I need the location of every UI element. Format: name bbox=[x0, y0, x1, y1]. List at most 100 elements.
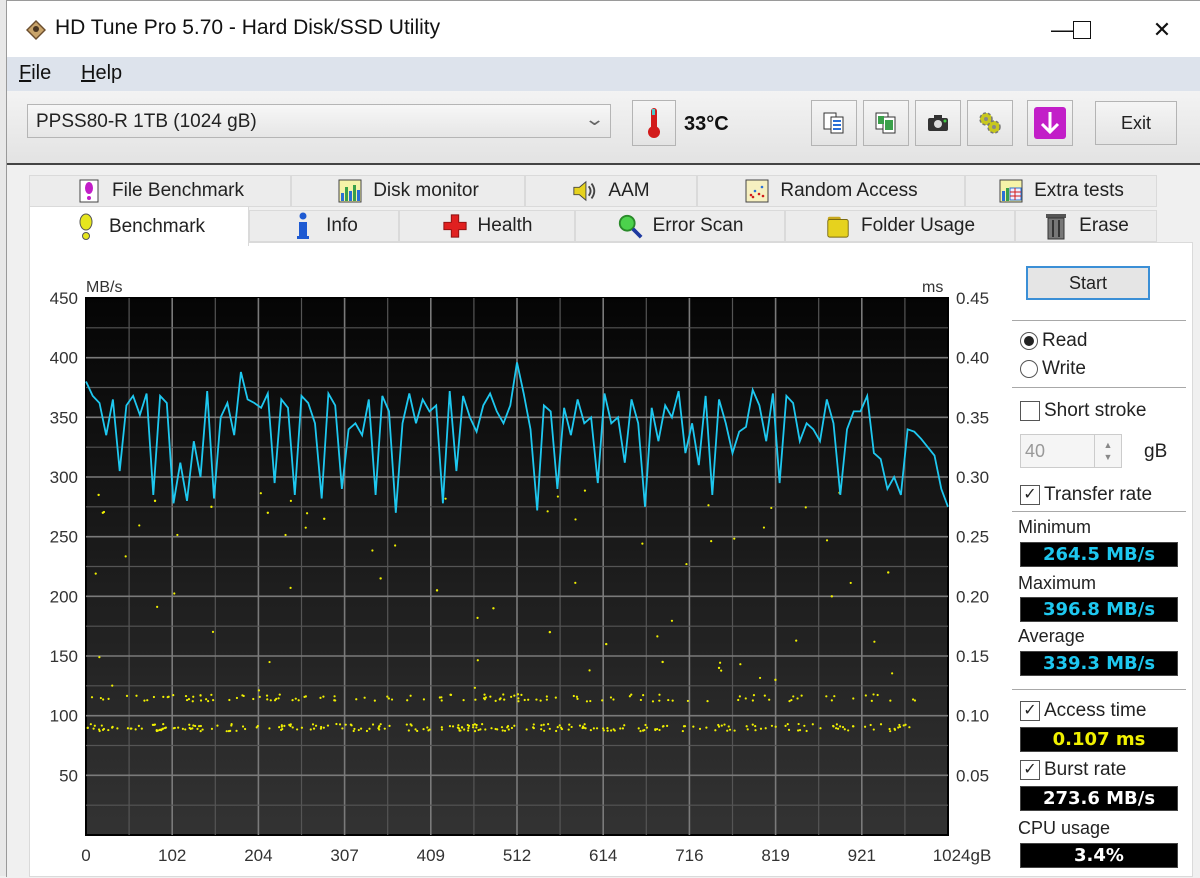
access-time-point bbox=[476, 659, 479, 662]
access-time-point bbox=[479, 728, 482, 731]
access-time-point bbox=[585, 700, 589, 703]
maximum-label: Maximum bbox=[1018, 573, 1097, 593]
access-time-point bbox=[887, 571, 890, 574]
tab-disk-monitor[interactable]: Disk monitor bbox=[291, 175, 525, 207]
tab-random-access[interactable]: Random Access bbox=[697, 175, 965, 207]
access-time-point bbox=[543, 729, 546, 732]
y-tick-label-right: 0.35 bbox=[956, 408, 989, 427]
access-time-point bbox=[733, 537, 736, 540]
access-time-point bbox=[162, 722, 165, 726]
access-time-point bbox=[406, 699, 409, 702]
access-time-point bbox=[199, 694, 202, 697]
access-time-point bbox=[506, 726, 509, 729]
cpu-usage-value: 3.4% bbox=[1020, 843, 1178, 868]
short-stroke-checkbox[interactable]: Short stroke bbox=[1020, 400, 1146, 422]
y-tick-label-left: 150 bbox=[50, 647, 78, 666]
tab-benchmark[interactable]: Benchmark bbox=[29, 206, 249, 246]
access-time-point bbox=[93, 724, 96, 727]
access-time-point bbox=[830, 699, 833, 702]
access-time-point bbox=[394, 544, 397, 547]
chevron-down-icon[interactable]: ▼ bbox=[1104, 451, 1113, 463]
tab-info[interactable]: Info bbox=[249, 210, 399, 242]
access-time-point bbox=[658, 693, 661, 696]
access-time-point bbox=[153, 723, 157, 726]
start-button[interactable]: Start bbox=[1026, 266, 1150, 300]
chevron-down-icon: ⌄ bbox=[583, 109, 606, 129]
access-time-point bbox=[304, 526, 307, 529]
access-time-point bbox=[548, 630, 552, 634]
tab-folder-usage[interactable]: Folder Usage bbox=[785, 210, 1015, 242]
access-time-point bbox=[322, 726, 325, 729]
access-time-point bbox=[768, 698, 771, 701]
write-radio[interactable]: Write bbox=[1020, 358, 1086, 380]
read-radio-indicator bbox=[1020, 332, 1038, 350]
access-time-point bbox=[762, 526, 766, 529]
tab-error-scan[interactable]: Error Scan bbox=[575, 210, 785, 242]
access-time-point bbox=[463, 728, 466, 731]
access-time-point bbox=[207, 700, 210, 703]
transfer-rate-checkbox[interactable]: ✓ Transfer rate bbox=[1020, 484, 1152, 506]
access-time-point bbox=[125, 694, 129, 697]
tab-extra-tests[interactable]: Extra tests bbox=[965, 175, 1157, 207]
access-time-point bbox=[291, 699, 294, 702]
tab-erase[interactable]: Erase bbox=[1015, 210, 1157, 242]
access-time-point bbox=[460, 726, 464, 729]
access-time-point bbox=[630, 693, 633, 696]
access-time-point bbox=[320, 725, 323, 729]
access-time-point bbox=[173, 592, 176, 595]
tab-health-label: Health bbox=[477, 215, 533, 236]
access-time-point bbox=[786, 723, 789, 726]
tab-file-benchmark[interactable]: File Benchmark bbox=[29, 175, 291, 207]
access-time-point bbox=[300, 726, 303, 729]
tab-health[interactable]: Health bbox=[399, 210, 575, 242]
access-time-point bbox=[278, 726, 281, 729]
access-time-point bbox=[888, 727, 891, 731]
access-time-point bbox=[639, 730, 642, 733]
access-time-point bbox=[230, 724, 233, 727]
drive-select[interactable]: PPSS80-R 1TB (1024 gB) ⌄ bbox=[27, 104, 611, 138]
access-time-point bbox=[710, 540, 713, 543]
download-update-icon bbox=[1034, 107, 1066, 139]
temperature-button[interactable] bbox=[632, 100, 676, 146]
access-time-point bbox=[256, 724, 259, 728]
x-tick-label: 512 bbox=[503, 846, 531, 865]
access-time-point bbox=[294, 697, 297, 700]
menu-help[interactable]: Help bbox=[81, 62, 122, 85]
access-time-point bbox=[843, 728, 846, 731]
access-time-point bbox=[774, 725, 777, 728]
access-time-point bbox=[440, 699, 443, 702]
screenshot-button[interactable] bbox=[915, 100, 961, 146]
thermometer-icon bbox=[648, 108, 660, 138]
access-time-point bbox=[555, 729, 558, 733]
tab-aam[interactable]: AAM bbox=[525, 175, 697, 207]
access-time-point bbox=[836, 727, 840, 730]
short-stroke-check bbox=[1020, 401, 1040, 421]
access-time-point bbox=[583, 723, 586, 726]
access-time-point bbox=[819, 727, 822, 730]
options-button[interactable] bbox=[967, 100, 1013, 146]
exit-button[interactable]: Exit bbox=[1095, 101, 1177, 145]
access-time-point bbox=[872, 693, 875, 696]
maximize-button[interactable] bbox=[1059, 11, 1105, 49]
access-time-point bbox=[268, 727, 271, 730]
access-time-point bbox=[283, 724, 286, 727]
access-time-point bbox=[745, 725, 748, 728]
access-time-point bbox=[357, 728, 360, 732]
copy-text-button[interactable] bbox=[811, 100, 857, 146]
access-time-checkbox[interactable]: ✓ Access time bbox=[1020, 700, 1146, 722]
burst-rate-checkbox[interactable]: ✓ Burst rate bbox=[1020, 759, 1126, 781]
access-time-point bbox=[641, 542, 644, 545]
write-radio-indicator bbox=[1020, 360, 1038, 378]
close-button[interactable]: ✕ bbox=[1139, 11, 1185, 49]
stepper-arrows[interactable]: ▲ ▼ bbox=[1094, 435, 1121, 467]
access-time-point bbox=[111, 726, 114, 729]
access-time-point bbox=[241, 725, 245, 728]
copy-screenshot-button[interactable] bbox=[863, 100, 909, 146]
update-button[interactable] bbox=[1027, 100, 1073, 146]
menu-file[interactable]: File bbox=[19, 62, 51, 85]
chevron-up-icon[interactable]: ▲ bbox=[1104, 439, 1113, 451]
short-stroke-stepper[interactable]: 40 ▲ ▼ bbox=[1020, 434, 1122, 468]
access-time-point bbox=[612, 698, 615, 701]
read-radio[interactable]: Read bbox=[1020, 330, 1087, 352]
write-label: Write bbox=[1042, 358, 1086, 379]
